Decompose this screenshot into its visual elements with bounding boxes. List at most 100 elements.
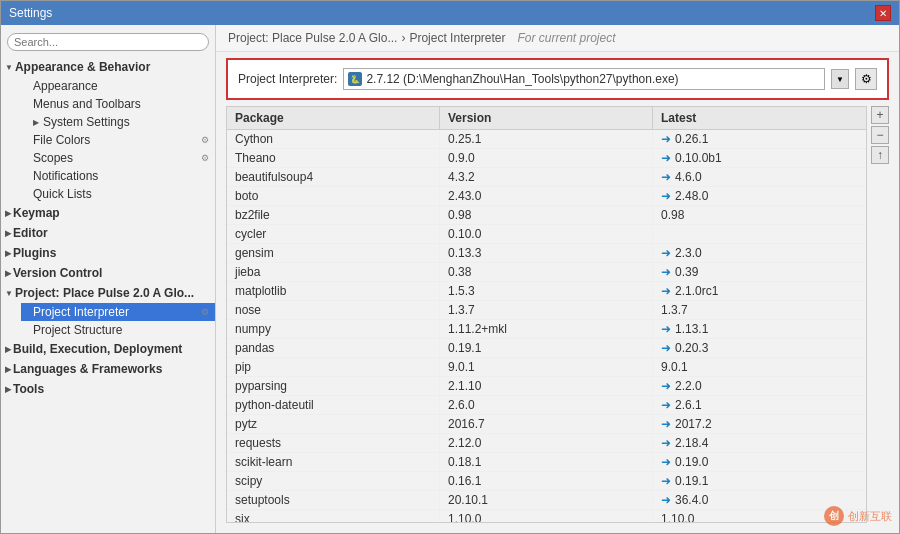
expand-icon (5, 209, 11, 218)
table-row[interactable]: pandas0.19.1➜0.20.3 (227, 339, 866, 358)
update-arrow-icon: ➜ (661, 417, 671, 431)
interpreter-select[interactable]: 🐍 2.7.12 (D:\MenghanZhou\Han_Tools\pytho… (343, 68, 825, 90)
add-package-button[interactable]: + (871, 106, 889, 124)
package-version-cell: 1.3.7 (440, 301, 653, 319)
window-title: Settings (9, 6, 52, 20)
table-row[interactable]: python-dateutil2.6.0➜2.6.1 (227, 396, 866, 415)
sidebar-section-tools[interactable]: Tools (1, 379, 215, 399)
table-row[interactable]: six1.10.01.10.0 (227, 510, 866, 523)
package-name-cell: gensim (227, 244, 440, 262)
update-arrow-icon: ➜ (661, 189, 671, 203)
package-name-cell: python-dateutil (227, 396, 440, 414)
package-version-cell: 2.12.0 (440, 434, 653, 452)
sidebar-section-version-control[interactable]: Version Control (1, 263, 215, 283)
sidebar-item-scopes[interactable]: Scopes ⚙ (21, 149, 215, 167)
package-name-cell: Cython (227, 130, 440, 148)
sidebar-item-file-colors[interactable]: File Colors ⚙ (21, 131, 215, 149)
sidebar: Appearance & Behavior Appearance Menus a… (1, 25, 216, 533)
section-label: Appearance & Behavior (15, 60, 150, 74)
table-row[interactable]: matplotlib1.5.3➜2.1.0rc1 (227, 282, 866, 301)
package-name-cell: numpy (227, 320, 440, 338)
remove-package-button[interactable]: − (871, 126, 889, 144)
table-row[interactable]: boto2.43.0➜2.48.0 (227, 187, 866, 206)
package-name-cell: pandas (227, 339, 440, 357)
table-row[interactable]: pyparsing2.1.10➜2.2.0 (227, 377, 866, 396)
sidebar-item-system-settings[interactable]: System Settings (21, 113, 215, 131)
package-latest-cell: ➜0.19.0 (653, 453, 866, 471)
table-row[interactable]: nose1.3.71.3.7 (227, 301, 866, 320)
table-row[interactable]: setuptools20.10.1➜36.4.0 (227, 491, 866, 510)
sidebar-section-keymap[interactable]: Keymap (1, 203, 215, 223)
watermark-icon: 创 (824, 506, 844, 526)
table-row[interactable]: bz2file0.980.98 (227, 206, 866, 225)
sidebar-section-appearance-behavior[interactable]: Appearance & Behavior (1, 57, 215, 77)
update-arrow-icon: ➜ (661, 265, 671, 279)
section-label: Project: Place Pulse 2.0 A Glo... (15, 286, 194, 300)
table-row[interactable]: pip9.0.19.0.1 (227, 358, 866, 377)
table-row[interactable]: scikit-learn0.18.1➜0.19.0 (227, 453, 866, 472)
interpreter-path: 2.7.12 (D:\MenghanZhou\Han_Tools\python2… (366, 72, 820, 86)
col-header-latest: Latest (653, 107, 866, 129)
package-name-cell: six (227, 510, 440, 523)
interpreter-label: Project Interpreter: (238, 72, 337, 86)
breadcrumb-note: For current project (517, 31, 615, 45)
expand-icon (5, 385, 11, 394)
col-header-version: Version (440, 107, 653, 129)
table-row[interactable]: gensim0.13.3➜2.3.0 (227, 244, 866, 263)
package-version-cell: 1.10.0 (440, 510, 653, 523)
main-content: Appearance & Behavior Appearance Menus a… (1, 25, 899, 533)
sidebar-section-build-execution[interactable]: Build, Execution, Deployment (1, 339, 215, 359)
table-row[interactable]: Theano0.9.0➜0.10.0b1 (227, 149, 866, 168)
interpreter-settings-button[interactable]: ⚙ (855, 68, 877, 90)
sidebar-item-quick-lists[interactable]: Quick Lists (21, 185, 215, 203)
package-version-cell: 4.3.2 (440, 168, 653, 186)
title-bar-left: Settings (9, 6, 52, 20)
package-latest-cell: 1.3.7 (653, 301, 866, 319)
table-row[interactable]: jieba0.38➜0.39 (227, 263, 866, 282)
section-label: Tools (13, 382, 44, 396)
package-name-cell: jieba (227, 263, 440, 281)
package-name-cell: Theano (227, 149, 440, 167)
sidebar-section-plugins[interactable]: Plugins (1, 243, 215, 263)
table-row[interactable]: numpy1.11.2+mkl➜1.13.1 (227, 320, 866, 339)
breadcrumb-section: Project Interpreter (409, 31, 505, 45)
sidebar-item-project-interpreter[interactable]: Project Interpreter ⚙ (21, 303, 215, 321)
breadcrumb-sep (401, 31, 405, 45)
package-latest-cell: ➜2.3.0 (653, 244, 866, 262)
update-arrow-icon: ➜ (661, 151, 671, 165)
python-icon: 🐍 (348, 72, 362, 86)
section-label: Languages & Frameworks (13, 362, 162, 376)
section-label: Keymap (13, 206, 60, 220)
package-name-cell: setuptools (227, 491, 440, 509)
sidebar-section-languages-frameworks[interactable]: Languages & Frameworks (1, 359, 215, 379)
settings-icon: ⚙ (201, 153, 209, 163)
close-button[interactable]: ✕ (875, 5, 891, 21)
expand-icon (33, 118, 39, 127)
update-arrow-icon: ➜ (661, 322, 671, 336)
package-latest-cell: ➜2.2.0 (653, 377, 866, 395)
move-up-button[interactable]: ↑ (871, 146, 889, 164)
sidebar-section-project[interactable]: Project: Place Pulse 2.0 A Glo... (1, 283, 215, 303)
interpreter-dropdown-button[interactable]: ▼ (831, 69, 849, 89)
table-row[interactable]: requests2.12.0➜2.18.4 (227, 434, 866, 453)
sidebar-item-appearance[interactable]: Appearance (21, 77, 215, 95)
sidebar-item-notifications[interactable]: Notifications (21, 167, 215, 185)
table-row[interactable]: scipy0.16.1➜0.19.1 (227, 472, 866, 491)
table-row[interactable]: beautifulsoup44.3.2➜4.6.0 (227, 168, 866, 187)
item-label: Project Interpreter (33, 305, 129, 319)
sidebar-children-project: Project Interpreter ⚙ Project Structure (1, 303, 215, 339)
table-row[interactable]: pytz2016.7➜2017.2 (227, 415, 866, 434)
section-label: Build, Execution, Deployment (13, 342, 182, 356)
table-row[interactable]: cycler0.10.0 (227, 225, 866, 244)
sidebar-item-project-structure[interactable]: Project Structure (21, 321, 215, 339)
package-version-cell: 2.1.10 (440, 377, 653, 395)
expand-icon (5, 269, 11, 278)
sidebar-section-editor[interactable]: Editor (1, 223, 215, 243)
search-input[interactable] (7, 33, 209, 51)
update-arrow-icon: ➜ (661, 170, 671, 184)
sidebar-item-menus-toolbars[interactable]: Menus and Toolbars (21, 95, 215, 113)
table-row[interactable]: Cython0.25.1➜0.26.1 (227, 130, 866, 149)
package-latest-cell: 9.0.1 (653, 358, 866, 376)
package-latest-cell: ➜2.6.1 (653, 396, 866, 414)
package-name-cell: scipy (227, 472, 440, 490)
